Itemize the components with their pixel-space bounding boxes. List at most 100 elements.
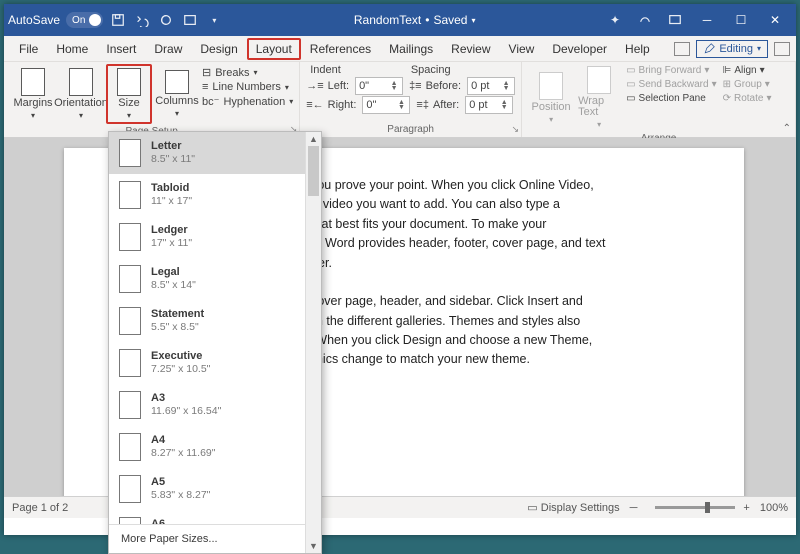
size-option-legal[interactable]: Legal8.5" x 14" (109, 258, 321, 300)
maximize-icon[interactable]: ☐ (730, 13, 752, 27)
page-icon (119, 223, 141, 251)
tab-insert[interactable]: Insert (97, 38, 145, 60)
scroll-up-icon[interactable]: ▲ (306, 132, 321, 146)
send-backward-button: ▭ Send Backward ▾ (624, 78, 719, 91)
margins-button[interactable]: Margins▾ (10, 64, 56, 124)
tab-home[interactable]: Home (47, 38, 97, 60)
spacing-heading: Spacing (411, 64, 451, 76)
tab-developer[interactable]: Developer (543, 38, 616, 60)
tab-file[interactable]: File (10, 38, 47, 60)
columns-button[interactable]: Columns▾ (154, 64, 200, 124)
qat-customize-icon[interactable]: ▾ (205, 11, 223, 29)
share-icon[interactable] (774, 42, 790, 56)
quick-access-toolbar: AutoSave On ▾ (8, 11, 223, 29)
size-option-a3[interactable]: A311.69" x 16.54" (109, 384, 321, 426)
hyphenation-button[interactable]: bc⁻ Hyphenation ▾ (202, 95, 293, 108)
body-text: ideo that best fits your document. To ma… (284, 215, 704, 234)
indent-right-input[interactable]: 0"▲▼ (362, 96, 410, 114)
coming-soon-icon[interactable] (636, 11, 654, 29)
page-icon (119, 517, 141, 524)
minimize-icon[interactable]: ─ (696, 13, 718, 27)
rotate-button: ⟳ Rotate ▾ (721, 92, 774, 105)
page-icon (119, 349, 141, 377)
page-icon (119, 181, 141, 209)
body-text: hing cover page, header, and sidebar. Cl… (284, 292, 704, 311)
size-name: Tabloid (151, 181, 192, 195)
size-option-a4[interactable]: A48.27" x 11.69" (109, 426, 321, 468)
undo-icon[interactable] (133, 11, 151, 29)
collapse-ribbon-icon[interactable]: ⌃ (783, 123, 791, 134)
title-dropdown-icon[interactable]: ▾ (471, 16, 475, 25)
page-icon (119, 391, 141, 419)
size-dimensions: 11.69" x 16.54" (151, 405, 221, 419)
comments-icon[interactable] (674, 42, 690, 56)
size-name: Letter (151, 139, 195, 153)
zoom-slider[interactable] (655, 506, 735, 509)
group-paragraph: Paragraph (306, 122, 515, 137)
size-name: Executive (151, 349, 210, 363)
size-dimensions: 8.27" x 11.69" (151, 447, 215, 461)
size-option-tabloid[interactable]: Tabloid11" x 17" (109, 174, 321, 216)
premium-icon[interactable]: ✦ (606, 11, 624, 29)
spacing-after-input[interactable]: 0 pt▲▼ (465, 96, 513, 114)
page-icon (119, 265, 141, 293)
display-settings-button[interactable]: ▭ Display Settings (527, 501, 619, 514)
editing-mode-button[interactable]: Editing▾ (696, 40, 768, 58)
page-icon (119, 475, 141, 503)
scroll-thumb[interactable] (308, 146, 319, 196)
size-name: A3 (151, 391, 221, 405)
size-option-letter[interactable]: Letter8.5" x 11" (109, 132, 321, 174)
ribbon: Margins▾ Orientation▾ Size▾ Columns▾ ⊟ B… (4, 62, 796, 138)
size-option-ledger[interactable]: Ledger17" x 11" (109, 216, 321, 258)
tab-mailings[interactable]: Mailings (380, 38, 442, 60)
page-indicator[interactable]: Page 1 of 2 (12, 502, 68, 514)
orientation-button[interactable]: Orientation▾ (58, 64, 104, 124)
body-text: ch other. (284, 254, 704, 273)
size-option-a6[interactable]: A64.13" x 5.83" (109, 510, 321, 524)
save-status: Saved (433, 13, 467, 27)
size-dimensions: 11" x 17" (151, 195, 192, 209)
size-name: Statement (151, 307, 204, 321)
more-paper-sizes[interactable]: More Paper Sizes... (109, 524, 321, 553)
spacing-before-input[interactable]: 0 pt▲▼ (467, 77, 515, 95)
dropdown-scrollbar[interactable]: ▲ ▼ (305, 132, 321, 553)
line-numbers-button[interactable]: ≡ Line Numbers ▾ (202, 81, 293, 93)
size-option-executive[interactable]: Executive7.25" x 10.5" (109, 342, 321, 384)
ribbon-display-icon[interactable] (666, 11, 684, 29)
selection-pane-button[interactable]: ▭ Selection Pane (624, 92, 719, 105)
breaks-button[interactable]: ⊟ Breaks ▾ (202, 66, 293, 79)
align-button[interactable]: ⊫ Align ▾ (721, 64, 774, 77)
tab-help[interactable]: Help (616, 38, 659, 60)
paragraph-launcher-icon[interactable]: ↘ (512, 124, 520, 135)
size-option-statement[interactable]: Statement5.5" x 8.5" (109, 300, 321, 342)
autosave-toggle[interactable]: On (66, 12, 103, 28)
tab-view[interactable]: View (500, 38, 544, 60)
tab-design[interactable]: Design (191, 38, 246, 60)
position-button: Position▾ (528, 64, 574, 131)
tab-draw[interactable]: Draw (145, 38, 191, 60)
size-name: A6 (151, 517, 210, 524)
zoom-level[interactable]: 100% (760, 502, 788, 514)
indent-left-input[interactable]: 0"▲▼ (355, 77, 403, 95)
close-icon[interactable]: ✕ (764, 13, 786, 27)
body-text: duced, Word provides header, footer, cov… (284, 234, 704, 253)
size-dimensions: 17" x 11" (151, 237, 192, 251)
size-dimensions: 8.5" x 11" (151, 153, 195, 167)
size-dimensions: 5.83" x 8.27" (151, 489, 210, 503)
qat-item-icon[interactable] (181, 11, 199, 29)
tab-references[interactable]: References (301, 38, 380, 60)
save-icon[interactable] (109, 11, 127, 29)
body-text: for the video you want to add. You can a… (284, 195, 704, 214)
redo-icon[interactable] (157, 11, 175, 29)
tab-review[interactable]: Review (442, 38, 499, 60)
page-icon (119, 139, 141, 167)
tab-layout[interactable]: Layout (247, 38, 301, 60)
wrap-text-button: Wrap Text▾ (576, 64, 622, 131)
page-icon (119, 433, 141, 461)
body-text: t graphics change to match your new them… (284, 350, 704, 369)
size-name: Legal (151, 265, 196, 279)
size-button[interactable]: Size▾ (106, 64, 152, 124)
size-option-a5[interactable]: A55.83" x 8.27" (109, 468, 321, 510)
indent-heading: Indent (310, 64, 341, 76)
size-name: A4 (151, 433, 215, 447)
